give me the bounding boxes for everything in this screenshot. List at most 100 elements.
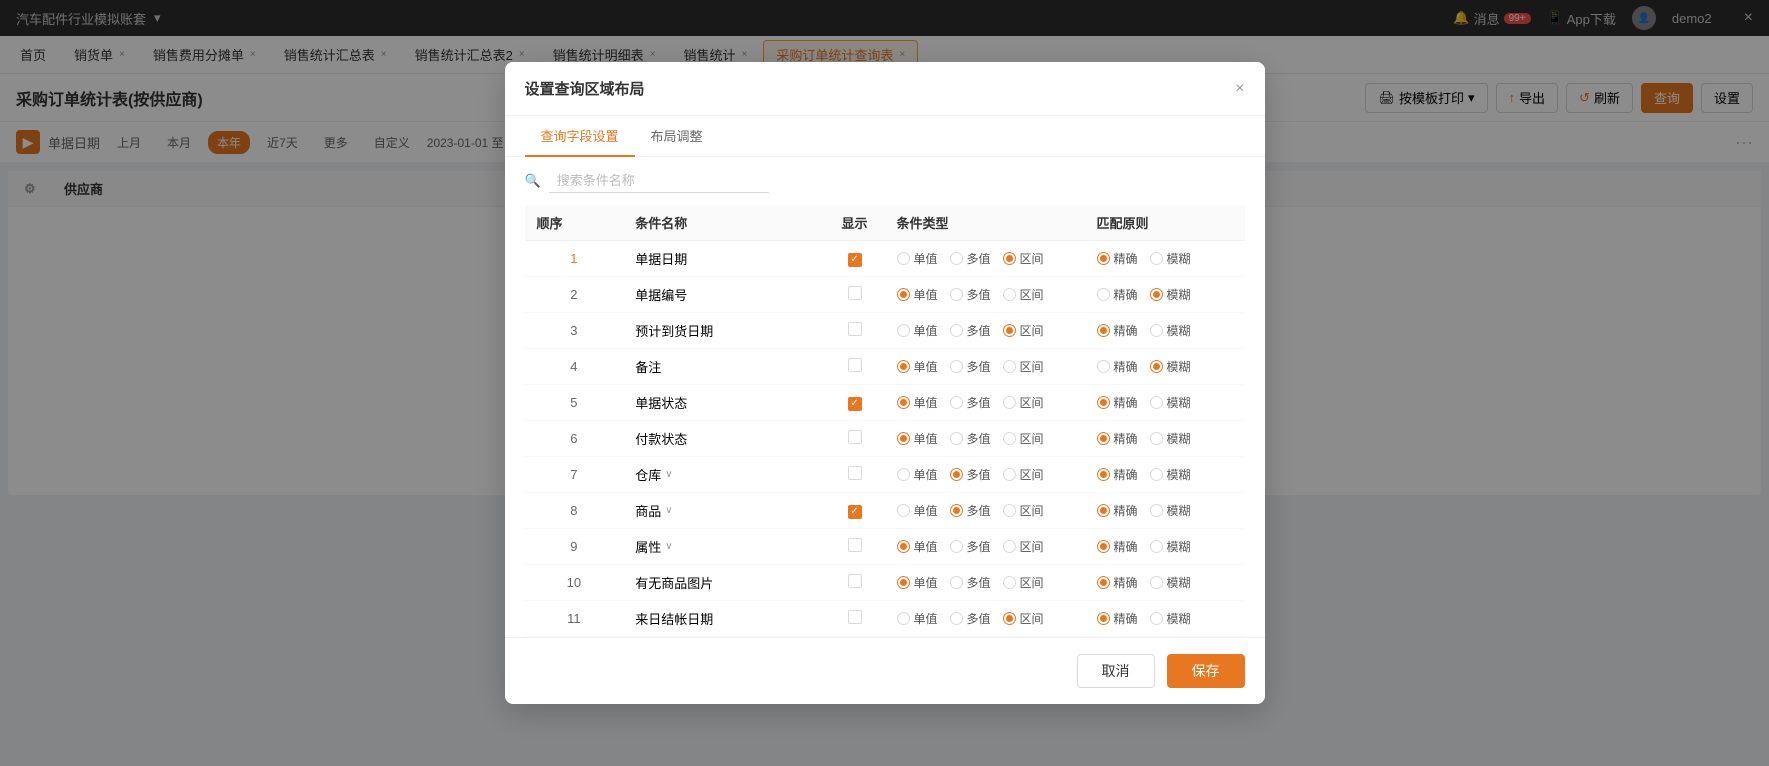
checkbox[interactable]: [848, 610, 862, 624]
type-radio-区间[interactable]: 区间: [1003, 466, 1044, 483]
row-display[interactable]: ✓: [825, 493, 885, 529]
row-display[interactable]: [825, 277, 885, 313]
row-display[interactable]: [825, 529, 885, 565]
row-display[interactable]: [825, 349, 885, 385]
table-row: 6 付款状态 单值 多值 区间 精确 模糊: [525, 421, 1245, 457]
type-radio-区间[interactable]: 区间: [1003, 430, 1044, 447]
type-radio-区间[interactable]: 区间: [1003, 322, 1044, 339]
type-radio-单值[interactable]: 单值: [897, 394, 938, 411]
match-radio-模糊[interactable]: 模糊: [1150, 286, 1191, 303]
match-radio-精确[interactable]: 精确: [1097, 466, 1138, 483]
type-radio-多值[interactable]: 多值: [950, 502, 991, 519]
match-radio-精确[interactable]: 精确: [1097, 250, 1138, 267]
match-radio-精确[interactable]: 精确: [1097, 322, 1138, 339]
row-display[interactable]: [825, 457, 885, 493]
match-radio-模糊[interactable]: 模糊: [1150, 466, 1191, 483]
type-radio-多值[interactable]: 多值: [950, 466, 991, 483]
type-radio-多值[interactable]: 多值: [950, 358, 991, 375]
type-radio-多值[interactable]: 多值: [950, 538, 991, 555]
checkbox[interactable]: [848, 322, 862, 336]
type-radio-单值[interactable]: 单值: [897, 322, 938, 339]
type-radio-多值[interactable]: 多值: [950, 322, 991, 339]
radio-circle: [950, 252, 963, 265]
row-display[interactable]: [825, 565, 885, 601]
type-radio-区间[interactable]: 区间: [1003, 358, 1044, 375]
row-display[interactable]: ✓: [825, 241, 885, 277]
search-input[interactable]: [549, 169, 769, 193]
checkbox[interactable]: ✓: [848, 397, 862, 411]
radio-circle: [1150, 288, 1163, 301]
match-radio-精确[interactable]: 精确: [1097, 538, 1138, 555]
type-radio-区间[interactable]: 区间: [1003, 502, 1044, 519]
type-radio-单值[interactable]: 单值: [897, 430, 938, 447]
type-radio-区间[interactable]: 区间: [1003, 610, 1044, 627]
row-order: 7: [525, 457, 624, 493]
checkbox[interactable]: [848, 358, 862, 372]
row-match: 精确 模糊: [1085, 529, 1245, 565]
match-radio-模糊[interactable]: 模糊: [1150, 358, 1191, 375]
modal-close-button[interactable]: ×: [1235, 80, 1244, 98]
row-match: 精确 模糊: [1085, 457, 1245, 493]
row-match: 精确 模糊: [1085, 349, 1245, 385]
match-radio-精确[interactable]: 精确: [1097, 502, 1138, 519]
type-radio-多值[interactable]: 多值: [950, 286, 991, 303]
match-radio-模糊[interactable]: 模糊: [1150, 502, 1191, 519]
cancel-button[interactable]: 取消: [1077, 654, 1155, 688]
modal-tab-layout[interactable]: 布局调整: [635, 116, 719, 157]
row-display[interactable]: [825, 601, 885, 637]
type-radio-区间[interactable]: 区间: [1003, 286, 1044, 303]
radio-circle: [950, 396, 963, 409]
checkbox[interactable]: [848, 430, 862, 444]
row-display[interactable]: [825, 421, 885, 457]
match-radio-模糊[interactable]: 模糊: [1150, 574, 1191, 591]
type-radio-单值[interactable]: 单值: [897, 286, 938, 303]
type-radio-多值[interactable]: 多值: [950, 250, 991, 267]
match-radio-精确[interactable]: 精确: [1097, 610, 1138, 627]
table-row: 2 单据编号 单值 多值 区间 精确 模糊: [525, 277, 1245, 313]
type-radio-单值[interactable]: 单值: [897, 610, 938, 627]
match-radio-模糊[interactable]: 模糊: [1150, 538, 1191, 555]
checkbox[interactable]: ✓: [848, 505, 862, 519]
radio-circle: [897, 288, 910, 301]
row-display[interactable]: ✓: [825, 385, 885, 421]
modal-tab-query-fields[interactable]: 查询字段设置: [525, 116, 635, 157]
match-radio-模糊[interactable]: 模糊: [1150, 394, 1191, 411]
table-row: 10 有无商品图片 单值 多值 区间 精确 模糊: [525, 565, 1245, 601]
match-radio-精确[interactable]: 精确: [1097, 574, 1138, 591]
type-radio-单值[interactable]: 单值: [897, 502, 938, 519]
type-radio-单值[interactable]: 单值: [897, 538, 938, 555]
type-radio-单值[interactable]: 单值: [897, 250, 938, 267]
type-radio-单值[interactable]: 单值: [897, 574, 938, 591]
type-radio-多值[interactable]: 多值: [950, 430, 991, 447]
type-radio-区间[interactable]: 区间: [1003, 574, 1044, 591]
radio-circle: [1097, 504, 1110, 517]
match-radio-精确[interactable]: 精确: [1097, 286, 1138, 303]
type-radio-单值[interactable]: 单值: [897, 358, 938, 375]
checkbox[interactable]: ✓: [848, 253, 862, 267]
match-radio-模糊[interactable]: 模糊: [1150, 610, 1191, 627]
type-radio-区间[interactable]: 区间: [1003, 538, 1044, 555]
checkbox[interactable]: [848, 574, 862, 588]
save-button[interactable]: 保存: [1167, 654, 1245, 688]
match-radio-精确[interactable]: 精确: [1097, 394, 1138, 411]
match-radio-精确[interactable]: 精确: [1097, 358, 1138, 375]
checkbox[interactable]: [848, 538, 862, 552]
type-radio-区间[interactable]: 区间: [1003, 394, 1044, 411]
row-name: 备注: [623, 349, 824, 385]
match-radio-模糊[interactable]: 模糊: [1150, 430, 1191, 447]
row-match: 精确 模糊: [1085, 277, 1245, 313]
row-order: 6: [525, 421, 624, 457]
type-radio-区间[interactable]: 区间: [1003, 250, 1044, 267]
type-radio-多值[interactable]: 多值: [950, 394, 991, 411]
row-display[interactable]: [825, 313, 885, 349]
type-radio-多值[interactable]: 多值: [950, 610, 991, 627]
checkbox[interactable]: [848, 466, 862, 480]
match-radio-模糊[interactable]: 模糊: [1150, 322, 1191, 339]
match-radio-精确[interactable]: 精确: [1097, 430, 1138, 447]
row-name: 单据编号: [623, 277, 824, 313]
type-radio-多值[interactable]: 多值: [950, 574, 991, 591]
modal-footer: 取消 保存: [505, 637, 1265, 704]
checkbox[interactable]: [848, 286, 862, 300]
match-radio-模糊[interactable]: 模糊: [1150, 250, 1191, 267]
type-radio-单值[interactable]: 单值: [897, 466, 938, 483]
